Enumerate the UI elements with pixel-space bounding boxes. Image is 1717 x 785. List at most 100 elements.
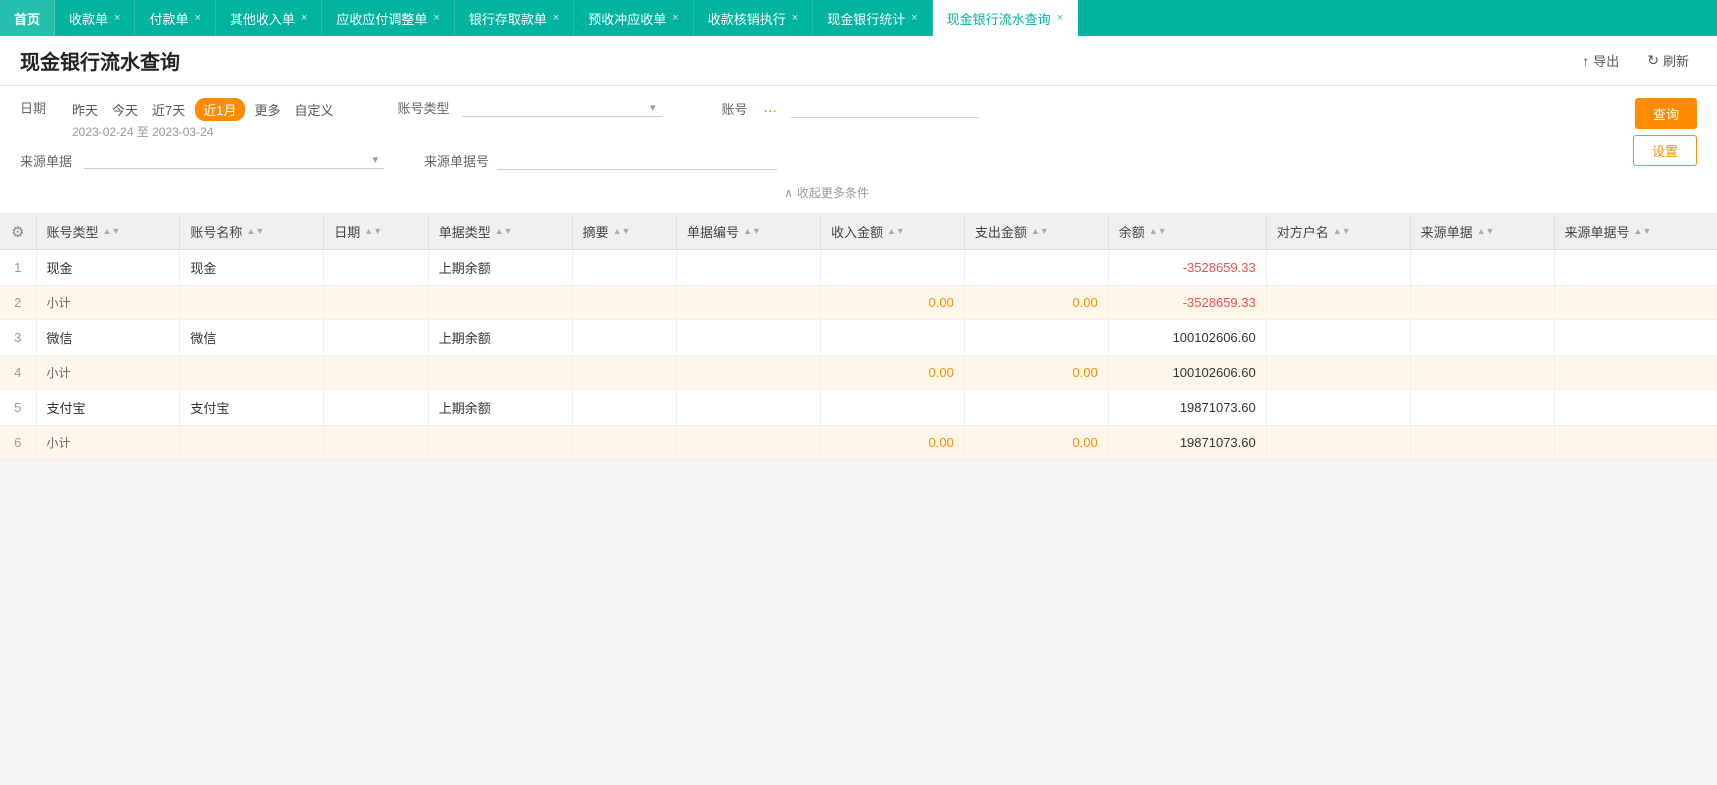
nav-tab-5[interactable]: 预收冲应收单 × bbox=[574, 0, 693, 36]
cell-balance: 19871073.60 bbox=[1108, 426, 1266, 460]
nav-tab-4[interactable]: 银行存取款单 × bbox=[455, 0, 574, 36]
col-date[interactable]: 日期▲▼ bbox=[324, 214, 428, 250]
source-doc-label: 来源单据 bbox=[20, 151, 76, 170]
col-source-doc-no[interactable]: 来源单据号▲▼ bbox=[1554, 214, 1717, 250]
col-account-name[interactable]: 账号名称▲▼ bbox=[180, 214, 324, 250]
cell-doc-type: 上期余额 bbox=[428, 250, 572, 286]
sort-icon: ▲▼ bbox=[364, 227, 382, 236]
table-row: 3 微信 微信 上期余额 100102606.60 bbox=[0, 320, 1717, 356]
nav-tab-7[interactable]: 现金银行统计 × bbox=[813, 0, 932, 36]
shortcut-yesterday[interactable]: 昨天 bbox=[68, 98, 102, 121]
date-label: 日期 bbox=[20, 98, 60, 117]
cell-summary bbox=[572, 356, 676, 390]
cell-expense bbox=[964, 250, 1108, 286]
sort-icon: ▲▼ bbox=[1477, 227, 1495, 236]
export-icon: ↑ bbox=[1582, 53, 1589, 69]
cell-doc-no bbox=[677, 390, 821, 426]
col-counterpart[interactable]: 对方户名▲▼ bbox=[1266, 214, 1410, 250]
cell-account-type: 小计 bbox=[36, 286, 180, 320]
cell-source-doc bbox=[1410, 250, 1554, 286]
cell-account-name: 微信 bbox=[180, 320, 324, 356]
cell-counterpart bbox=[1266, 356, 1410, 390]
cell-summary bbox=[572, 250, 676, 286]
cell-balance: 19871073.60 bbox=[1108, 390, 1266, 426]
cell-counterpart bbox=[1266, 426, 1410, 460]
account-more-icon[interactable]: ... bbox=[758, 99, 783, 117]
nav-tab-1[interactable]: 付款单 × bbox=[135, 0, 215, 36]
shortcut-more[interactable]: 更多 bbox=[251, 98, 285, 121]
close-icon[interactable]: × bbox=[194, 12, 200, 24]
collapse-bar[interactable]: ∧ 收起更多条件 bbox=[20, 180, 1633, 201]
close-icon[interactable]: × bbox=[672, 12, 678, 24]
close-icon[interactable]: × bbox=[301, 12, 307, 24]
cell-source-doc bbox=[1410, 286, 1554, 320]
dropdown-arrow-icon2: ▾ bbox=[372, 153, 378, 166]
refresh-icon: ↻ bbox=[1647, 52, 1659, 69]
col-income[interactable]: 收入金额▲▼ bbox=[820, 214, 964, 250]
nav-tab-0[interactable]: 收款单 × bbox=[55, 0, 135, 36]
col-expense[interactable]: 支出金额▲▼ bbox=[964, 214, 1108, 250]
shortcut-1month[interactable]: 近1月 bbox=[195, 98, 244, 121]
cell-account-type: 现金 bbox=[36, 250, 180, 286]
row-number: 2 bbox=[0, 286, 36, 320]
cell-account-name bbox=[180, 356, 324, 390]
col-account-type[interactable]: 账号类型▲▼ bbox=[36, 214, 180, 250]
cell-source-doc bbox=[1410, 390, 1554, 426]
cell-source-doc bbox=[1410, 356, 1554, 390]
cell-summary bbox=[572, 320, 676, 356]
account-type-select[interactable]: ▾ bbox=[462, 99, 662, 117]
shortcut-custom[interactable]: 自定义 bbox=[291, 98, 338, 121]
cell-source-doc-no bbox=[1554, 426, 1717, 460]
col-gear[interactable]: ⚙ bbox=[0, 214, 36, 250]
export-button[interactable]: ↑ 导出 bbox=[1574, 47, 1627, 74]
nav-tab-8[interactable]: 现金银行流水查询 × bbox=[933, 0, 1078, 36]
row-number: 3 bbox=[0, 320, 36, 356]
source-doc-select[interactable]: ▾ bbox=[84, 151, 384, 169]
nav-tab-3[interactable]: 应收应付调整单 × bbox=[322, 0, 454, 36]
cell-source-doc-no bbox=[1554, 250, 1717, 286]
col-summary[interactable]: 摘要▲▼ bbox=[572, 214, 676, 250]
nav-tab-6[interactable]: 收款核销执行 × bbox=[694, 0, 813, 36]
cell-account-name bbox=[180, 426, 324, 460]
nav-tab-2[interactable]: 其他收入单 × bbox=[216, 0, 322, 36]
table-settings-icon[interactable]: ⚙ bbox=[11, 224, 24, 241]
row-number: 4 bbox=[0, 356, 36, 390]
col-source-doc[interactable]: 来源单据▲▼ bbox=[1410, 214, 1554, 250]
table-row: 4 小计 0.00 0.00 100102606.60 bbox=[0, 356, 1717, 390]
cell-date bbox=[324, 390, 428, 426]
cell-doc-type: 上期余额 bbox=[428, 390, 572, 426]
col-doc-type[interactable]: 单据类型▲▼ bbox=[428, 214, 572, 250]
close-icon[interactable]: × bbox=[433, 12, 439, 24]
close-icon[interactable]: × bbox=[553, 12, 559, 24]
account-input[interactable] bbox=[791, 98, 979, 118]
shortcut-7days[interactable]: 近7天 bbox=[148, 98, 189, 121]
close-icon[interactable]: × bbox=[114, 12, 120, 24]
close-icon[interactable]: × bbox=[792, 12, 798, 24]
source-doc-no-input[interactable] bbox=[497, 150, 777, 170]
table-row: 1 现金 现金 上期余额 -3528659.33 bbox=[0, 250, 1717, 286]
nav-home[interactable]: 首页 bbox=[0, 0, 55, 36]
col-doc-no[interactable]: 单据编号▲▼ bbox=[677, 214, 821, 250]
query-button[interactable]: 查询 bbox=[1635, 98, 1697, 129]
sort-icon: ▲▼ bbox=[1031, 227, 1049, 236]
close-icon[interactable]: × bbox=[911, 12, 917, 24]
cell-account-type: 小计 bbox=[36, 356, 180, 390]
settings-button[interactable]: 设置 bbox=[1633, 135, 1697, 166]
cell-doc-no bbox=[677, 250, 821, 286]
cell-summary bbox=[572, 426, 676, 460]
cell-expense: 0.00 bbox=[964, 286, 1108, 320]
row-number: 6 bbox=[0, 426, 36, 460]
row-number: 1 bbox=[0, 250, 36, 286]
collapse-icon: ∧ bbox=[784, 186, 793, 200]
cell-date bbox=[324, 286, 428, 320]
refresh-button[interactable]: ↻ 刷新 bbox=[1639, 47, 1697, 74]
col-balance[interactable]: 余额▲▼ bbox=[1108, 214, 1266, 250]
cell-counterpart bbox=[1266, 390, 1410, 426]
shortcut-today[interactable]: 今天 bbox=[108, 98, 142, 121]
sort-icon: ▲▼ bbox=[887, 227, 905, 236]
data-table: ⚙ 账号类型▲▼ 账号名称▲▼ 日期▲▼ 单据类型▲▼ 摘要▲▼ bbox=[0, 214, 1717, 460]
source-doc-no-label: 来源单据号 bbox=[424, 151, 489, 170]
close-icon[interactable]: × bbox=[1057, 12, 1063, 24]
cell-date bbox=[324, 356, 428, 390]
cell-account-name: 现金 bbox=[180, 250, 324, 286]
